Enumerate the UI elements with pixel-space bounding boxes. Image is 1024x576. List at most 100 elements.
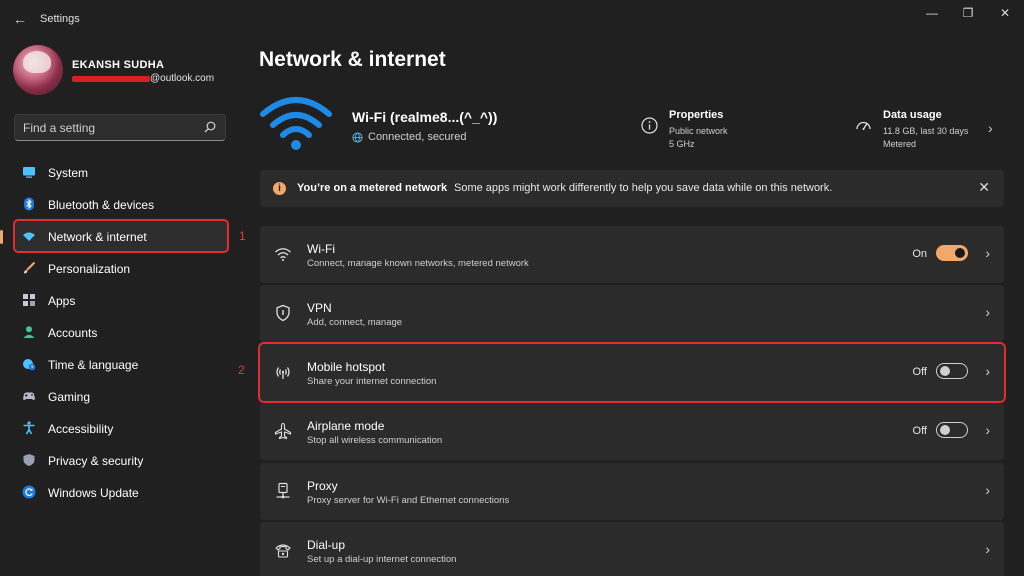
refresh-icon [22, 485, 36, 499]
phone-icon [275, 544, 291, 558]
sidebar-item-label: Gaming [48, 390, 91, 404]
user-email-domain: @outlook.com [150, 73, 215, 84]
mobile-hotspot-setting-row[interactable]: Mobile hotspot Share your internet conne… [258, 342, 1006, 403]
sidebar-item-label: Bluetooth & devices [48, 198, 155, 212]
connection-summary: Wi-Fi (realme8...(^_^)) Connected, secur… [259, 92, 1004, 160]
network-band: 5 GHz [669, 139, 695, 149]
sidebar-item-gaming[interactable]: Gaming [14, 380, 228, 412]
search-placeholder: Find a setting [23, 121, 96, 135]
monitor-icon [23, 167, 35, 178]
minimize-button[interactable]: — [917, 4, 947, 24]
apps-grid-icon [23, 294, 35, 306]
setting-title: Mobile hotspot [307, 360, 386, 374]
sidebar-item-label: Privacy & security [48, 454, 144, 468]
search-input[interactable]: Find a setting [14, 114, 226, 141]
app-title: Settings [40, 13, 80, 25]
bluetooth-icon [24, 197, 34, 211]
toggle-knob [940, 425, 950, 435]
setting-description: Proxy server for Wi-Fi and Ethernet conn… [307, 495, 510, 506]
mobile-hotspot-toggle[interactable] [936, 363, 968, 379]
sidebar-item-privacy-security[interactable]: Privacy & security [14, 444, 228, 476]
setting-description: Set up a dial-up internet connection [307, 554, 457, 565]
chevron-right-icon[interactable]: › [985, 541, 990, 557]
sidebar-item-label: Time & language [48, 358, 139, 372]
annotation-number: 2 [238, 363, 245, 377]
search-icon[interactable] [203, 120, 217, 134]
chevron-right-icon[interactable]: › [988, 120, 993, 136]
metered-status: Metered [883, 139, 917, 149]
sidebar-item-network-internet[interactable]: Network & internet [0, 219, 229, 253]
sidebar-item-accessibility[interactable]: Accessibility [14, 412, 228, 444]
chevron-right-icon[interactable]: › [985, 482, 990, 498]
wifi-setting-row[interactable]: Wi-Fi Connect, manage known networks, me… [260, 226, 1004, 283]
banner-title: You’re on a metered network [297, 182, 448, 194]
sidebar-item-label: Accessibility [48, 422, 114, 436]
wifi-icon [260, 97, 332, 150]
page-title: Network & internet [259, 48, 446, 71]
setting-title: Wi-Fi [307, 242, 335, 256]
sidebar-item-label: System [48, 166, 89, 180]
person-icon [23, 326, 35, 338]
vpn-setting-row[interactable]: VPN Add, connect, manage › [260, 285, 1004, 342]
back-arrow-icon[interactable]: ← [10, 9, 30, 29]
dial-up-setting-row[interactable]: Dial-up Set up a dial-up internet connec… [260, 522, 1004, 576]
globe-icon [352, 132, 363, 143]
sidebar-item-accounts[interactable]: Accounts [14, 316, 228, 348]
airplane-mode-setting-row[interactable]: Airplane mode Stop all wireless communic… [260, 403, 1004, 460]
chevron-right-icon[interactable]: › [985, 422, 990, 438]
gauge-icon [856, 121, 871, 130]
sidebar-item-label: Personalization [48, 262, 131, 276]
chevron-right-icon[interactable]: › [985, 245, 990, 261]
proxy-server-icon [276, 482, 290, 499]
sidebar-item-bluetooth[interactable]: Bluetooth & devices [14, 188, 228, 220]
sidebar-item-time-language[interactable]: Time & language [14, 348, 228, 380]
toggle-knob [955, 248, 965, 258]
setting-description: Add, connect, manage [307, 317, 403, 328]
toggle-state-label: Off [912, 425, 927, 437]
sidebar-item-label: Windows Update [48, 486, 139, 500]
airplane-mode-toggle[interactable] [936, 422, 968, 438]
brush-icon [24, 261, 36, 274]
toggle-knob [940, 366, 950, 376]
metered-network-banner: i You’re on a metered network Some apps … [260, 170, 1004, 207]
airplane-icon [274, 422, 292, 440]
user-name: EKANSH SUDHA [72, 59, 165, 71]
banner-message: Some apps might work differently to help… [454, 182, 833, 194]
setting-title: Proxy [307, 479, 338, 493]
wifi-diamond-icon [23, 232, 35, 241]
sidebar-nav: System Bluetooth & devices Network & int… [0, 156, 229, 508]
chevron-right-icon[interactable]: › [985, 363, 990, 379]
connection-status-text: Connected, secured [368, 131, 467, 143]
properties-title: Properties [669, 109, 724, 121]
sidebar-item-label: Apps [48, 294, 76, 308]
info-icon: i [273, 182, 286, 195]
proxy-setting-row[interactable]: Proxy Proxy server for Wi-Fi and Etherne… [260, 463, 1004, 520]
setting-title: Dial-up [307, 538, 346, 552]
annotation-number: 1 [239, 229, 246, 243]
sidebar-item-apps[interactable]: Apps [14, 284, 228, 316]
info-circle-icon [641, 117, 658, 134]
sidebar-item-label: Accounts [48, 326, 98, 340]
wifi-toggle[interactable] [936, 245, 968, 261]
sidebar-item-windows-update[interactable]: Windows Update [14, 476, 228, 508]
toggle-state-label: On [912, 248, 927, 260]
shield-icon [23, 454, 35, 466]
accessibility-icon [23, 421, 35, 435]
toggle-state-label: Off [912, 366, 927, 378]
chevron-right-icon[interactable]: › [985, 304, 990, 320]
avatar[interactable] [13, 45, 63, 95]
close-window-button[interactable]: ✕ [990, 4, 1020, 24]
gamepad-icon [23, 392, 35, 400]
close-icon[interactable]: ✕ [978, 179, 990, 196]
sidebar-item-personalization[interactable]: Personalization [14, 252, 228, 284]
setting-description: Stop all wireless communication [307, 435, 443, 446]
data-usage-title: Data usage [883, 109, 942, 121]
title-bar: ← Settings — ❐ ✕ [0, 0, 1024, 38]
email-redaction-mark [72, 76, 150, 82]
connection-name: Wi-Fi (realme8...(^_^)) [352, 109, 498, 125]
restore-button[interactable]: ❐ [953, 4, 983, 24]
setting-description: Connect, manage known networks, metered … [307, 258, 529, 269]
data-usage-amount: 11.8 GB, last 30 days [883, 126, 969, 136]
sidebar-item-system[interactable]: System [14, 156, 228, 188]
wifi-icon [275, 248, 291, 261]
